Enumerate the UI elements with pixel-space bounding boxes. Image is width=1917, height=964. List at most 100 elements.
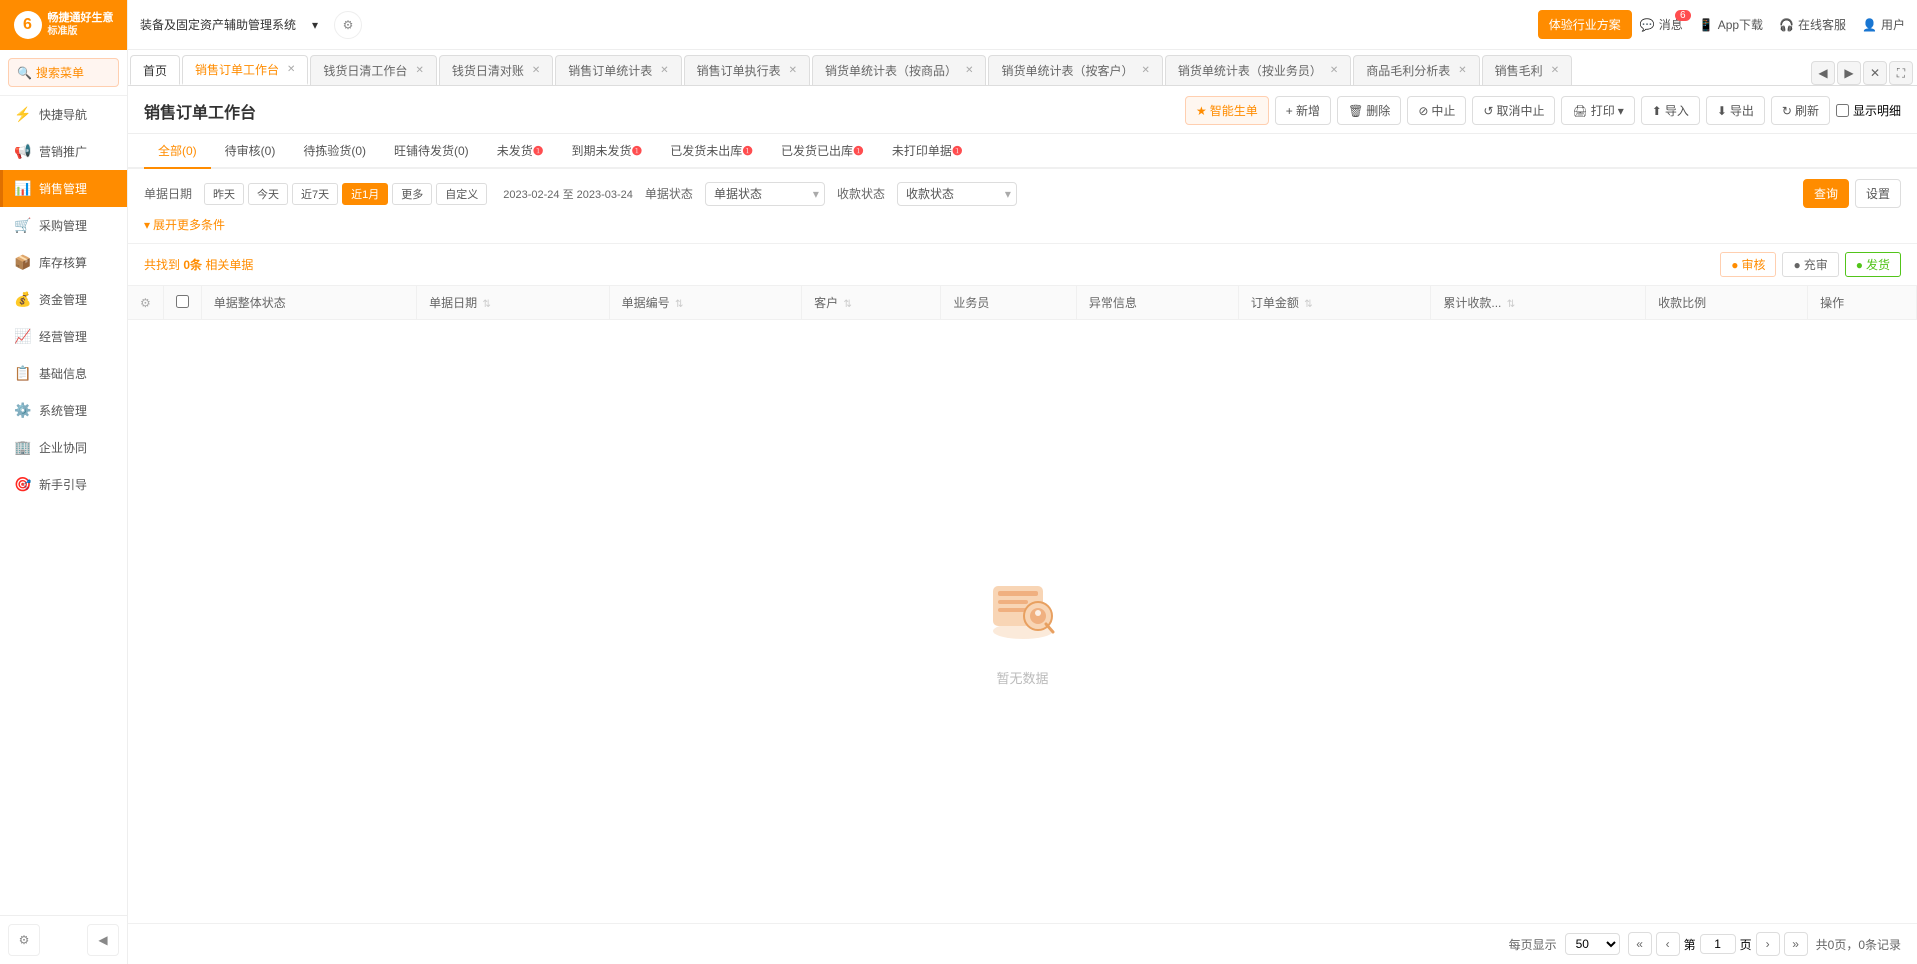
operations-icon: 📈 <box>15 329 31 345</box>
sub-tab-shipped-not-out[interactable]: 已发货未出库❶ <box>656 134 767 169</box>
th-date[interactable]: 单据日期 ⇅ <box>417 286 610 320</box>
sidebar-item-quicknav[interactable]: ⚡ 快捷导航 <box>0 96 127 133</box>
show-detail-label[interactable]: 显示明细 <box>1836 102 1901 119</box>
date-more-btn[interactable]: 更多 <box>392 183 432 205</box>
th-amount[interactable]: 订单金额 ⇅ <box>1238 286 1431 320</box>
tab-sales-workbench[interactable]: 销售订单工作台 ✕ <box>182 55 308 85</box>
import-button[interactable]: ⬆ 导入 <box>1641 96 1700 125</box>
status-select[interactable]: 单据状态 <box>705 182 825 206</box>
sub-tab-all[interactable]: 全部(0) <box>144 134 211 169</box>
tab-sales-stats-close[interactable]: ✕ <box>660 65 668 76</box>
date-yesterday-btn[interactable]: 昨天 <box>204 183 244 205</box>
tab-sales-exec-close[interactable]: ✕ <box>789 65 797 76</box>
query-button[interactable]: 查询 <box>1803 179 1849 208</box>
tab-home[interactable]: 首页 <box>130 55 180 85</box>
stop-button[interactable]: ⊘ 中止 <box>1407 96 1466 125</box>
sub-tab-not-shipped-label: 未发货❶ <box>497 144 544 158</box>
page-next-button[interactable]: › <box>1756 932 1780 956</box>
sub-tab-not-shipped[interactable]: 未发货❶ <box>483 134 558 169</box>
tab-scroll-left-button[interactable]: ◀ <box>1811 61 1835 85</box>
tab-summary-product[interactable]: 销货单统计表（按商品） ✕ <box>812 55 986 85</box>
review-action-button[interactable]: ● 审核 <box>1720 252 1776 277</box>
sidebar-item-finance[interactable]: 💰 资金管理 <box>0 281 127 318</box>
sidebar-item-operations[interactable]: 📈 经营管理 <box>0 318 127 355</box>
app-download-label: App下载 <box>1718 16 1763 33</box>
tab-sales-exec[interactable]: 销售订单执行表 ✕ <box>684 55 810 85</box>
search-menu-button[interactable]: 🔍 搜索菜单 <box>8 58 119 87</box>
ship-action-button[interactable]: ● 发货 <box>1845 252 1901 277</box>
settings-button[interactable]: ⚙ <box>8 924 40 956</box>
tab-sales-stats[interactable]: 销售订单统计表 ✕ <box>555 55 681 85</box>
sub-tab-wangpu[interactable]: 旺铺待发货(0) <box>380 134 483 169</box>
sub-tab-pending-check[interactable]: 待拣验货(0) <box>289 134 380 169</box>
expand-filter-button[interactable]: ▾ 展开更多条件 <box>144 216 1901 233</box>
sub-tab-pending-review[interactable]: 待审核(0) <box>211 134 290 169</box>
sidebar-item-enterprise[interactable]: 🏢 企业协同 <box>0 429 127 466</box>
th-number[interactable]: 单据编号 ⇅ <box>609 286 802 320</box>
system-dropdown[interactable]: ▾ <box>304 14 326 36</box>
date-custom-btn[interactable]: 自定义 <box>436 183 487 205</box>
collapse-button[interactable]: ◀ <box>87 924 119 956</box>
user-button[interactable]: 👤 用户 <box>1862 16 1905 33</box>
page-size-select[interactable]: 50 10 20 100 <box>1565 933 1620 955</box>
topbar-gear-button[interactable]: ⚙ <box>334 11 362 39</box>
page-last-button[interactable]: » <box>1784 932 1808 956</box>
date-1month-btn[interactable]: 近1月 <box>342 183 388 205</box>
tab-scroll-right-button[interactable]: ▶ <box>1837 61 1861 85</box>
cancel-review-action-button[interactable]: ● 充审 <box>1782 252 1838 277</box>
sub-tab-expired[interactable]: 到期未发货❶ <box>557 134 656 169</box>
tab-gross-margin[interactable]: 商品毛利分析表 ✕ <box>1353 55 1479 85</box>
tab-cash-daily[interactable]: 钱货日清工作台 ✕ <box>310 55 436 85</box>
app-download-button[interactable]: 📱 App下载 <box>1699 16 1763 33</box>
tab-fullscreen-button[interactable]: ⛶ <box>1889 61 1913 85</box>
sidebar-item-basic[interactable]: 📋 基础信息 <box>0 355 127 392</box>
export-button[interactable]: ⬇ 导出 <box>1706 96 1765 125</box>
sidebar-item-inventory[interactable]: 📦 库存核算 <box>0 244 127 281</box>
refresh-button[interactable]: ↻ 刷新 <box>1771 96 1830 125</box>
sidebar-item-sales[interactable]: 📊 销售管理 <box>0 170 127 207</box>
solution-button[interactable]: 体验行业方案 <box>1538 10 1632 39</box>
tab-gross-margin-close[interactable]: ✕ <box>1458 65 1466 76</box>
tab-summary-customer[interactable]: 销货单统计表（按客户） ✕ <box>988 55 1162 85</box>
sidebar-item-system[interactable]: ⚙️ 系统管理 <box>0 392 127 429</box>
date-7days-btn[interactable]: 近7天 <box>292 183 338 205</box>
sidebar-item-marketing[interactable]: 📢 营销推广 <box>0 133 127 170</box>
add-button[interactable]: + 新增 <box>1275 96 1331 125</box>
smart-create-button[interactable]: ★ 智能生单 <box>1185 96 1269 125</box>
tab-cash-reconcile-close[interactable]: ✕ <box>532 65 540 76</box>
tab-summary-staff-close[interactable]: ✕ <box>1330 65 1338 76</box>
cancel-stop-button[interactable]: ↺ 取消中止 <box>1472 96 1555 125</box>
tab-cash-daily-close[interactable]: ✕ <box>415 65 423 76</box>
page-prev-button[interactable]: ‹ <box>1656 932 1680 956</box>
print-button[interactable]: 🖨 打印 ▾ <box>1561 96 1634 125</box>
payment-select[interactable]: 收款状态 <box>897 182 1017 206</box>
not-shipped-count: ❶ <box>533 144 544 158</box>
tab-sales-workbench-close[interactable]: ✕ <box>287 64 295 75</box>
date-today-btn[interactable]: 今天 <box>248 183 288 205</box>
tab-sales-profit-close[interactable]: ✕ <box>1551 65 1559 76</box>
th-settings[interactable]: ⚙ <box>128 286 163 320</box>
sidebar-item-guide[interactable]: 🎯 新手引导 <box>0 466 127 503</box>
th-customer[interactable]: 客户 ⇅ <box>802 286 941 320</box>
message-button[interactable]: 💬 消息 6 <box>1640 16 1683 33</box>
show-detail-checkbox[interactable] <box>1836 104 1849 117</box>
delete-button[interactable]: 🗑 删除 <box>1337 96 1401 125</box>
tab-summary-staff[interactable]: 销货单统计表（按业务员） ✕ <box>1165 55 1351 85</box>
select-all-checkbox[interactable] <box>176 295 189 308</box>
tab-close-all-button[interactable]: ✕ <box>1863 61 1887 85</box>
filter-settings-button[interactable]: 设置 <box>1855 179 1901 208</box>
table-area: 共找到 0条 相关单据 ● 审核 ● 充审 ● 发货 <box>128 244 1917 923</box>
page-number-input[interactable] <box>1700 934 1736 954</box>
tab-sales-profit[interactable]: 销售毛利 ✕ <box>1482 55 1572 85</box>
sub-tab-shipped-out[interactable]: 已发货已出库❶ <box>767 134 878 169</box>
tab-cash-reconcile[interactable]: 钱货日清对账 ✕ <box>439 55 553 85</box>
th-checkbox[interactable] <box>163 286 201 320</box>
sub-tab-not-printed[interactable]: 未打印单据❶ <box>878 134 977 169</box>
tab-summary-customer-close[interactable]: ✕ <box>1141 65 1149 76</box>
th-collected[interactable]: 累计收款... ⇅ <box>1431 286 1646 320</box>
online-service-button[interactable]: 🎧 在线客服 <box>1779 16 1846 33</box>
th-date-label: 单据日期 <box>429 296 477 310</box>
tab-summary-product-close[interactable]: ✕ <box>965 65 973 76</box>
sidebar-item-purchase[interactable]: 🛒 采购管理 <box>0 207 127 244</box>
page-first-button[interactable]: « <box>1628 932 1652 956</box>
